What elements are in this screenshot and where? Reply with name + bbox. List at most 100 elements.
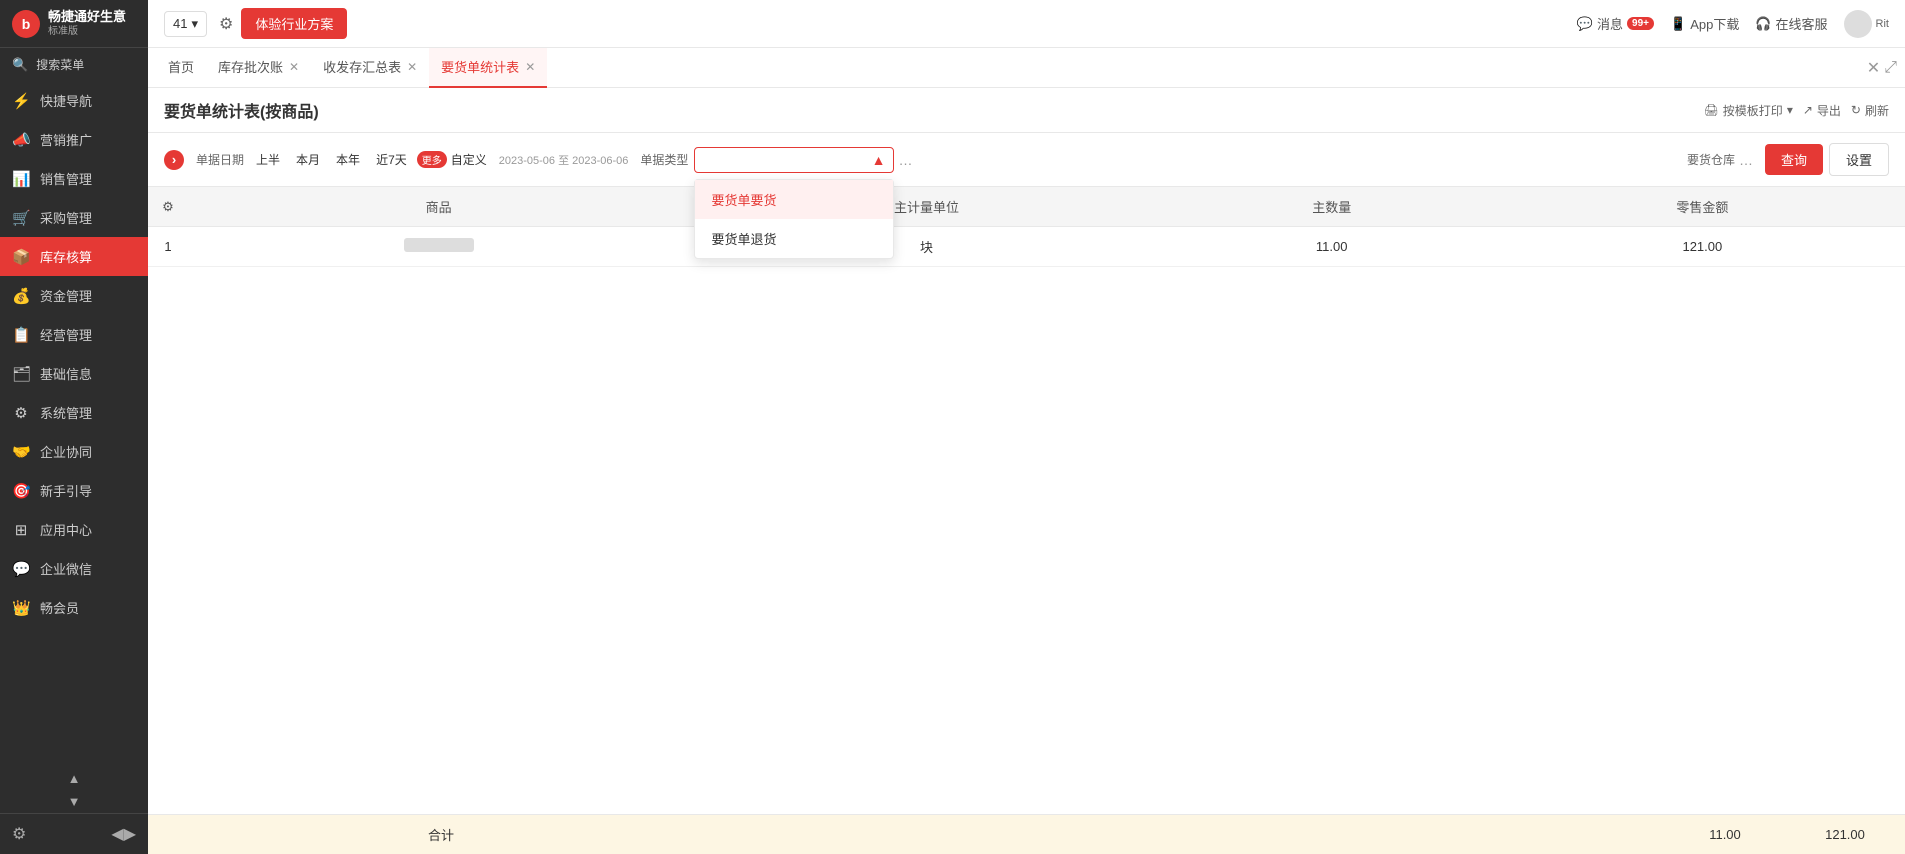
data-table: ⚙ 商品 主计量单位 主数量 零售金额 1 块 11.00 [148, 187, 1905, 267]
export-label: 导出 [1817, 102, 1841, 119]
dropdown-item-order-return[interactable]: 要货单退货 [695, 219, 893, 258]
topbar-gear-icon[interactable]: ⚙ [219, 14, 233, 34]
sidebar-item-basic[interactable]: 🗂 基础信息 [0, 354, 148, 393]
tab-inventory-batch[interactable]: 库存批次账 ✕ [206, 48, 311, 88]
app-download-label: App下载 [1690, 14, 1739, 33]
sidebar-item-inventory[interactable]: 📦 库存核算 [0, 237, 148, 276]
tab-receive-summary-close[interactable]: ✕ [407, 60, 417, 74]
apps-icon: ⊞ [12, 521, 30, 539]
sidebar-item-guide[interactable]: 🎯 新手引导 [0, 471, 148, 510]
finance-icon: 💰 [12, 287, 30, 305]
date-last-half-btn[interactable]: 上半 [250, 149, 286, 170]
collapse-icon[interactable]: ◀▶ [111, 824, 136, 844]
sidebar-item-operations[interactable]: 📋 经营管理 [0, 315, 148, 354]
tab-home[interactable]: 首页 [156, 48, 206, 88]
avatar [1844, 10, 1872, 38]
th-settings[interactable]: ⚙ [148, 187, 188, 227]
sidebar-item-label: 销售管理 [40, 169, 136, 188]
tab-order-summary-label: 要货单统计表 [441, 57, 519, 76]
page-actions: 🖨 按模板打印 ▾ ↗ 导出 ↻ 刷新 [1704, 102, 1889, 119]
dropdown-item-order-goods[interactable]: 要货单要货 [695, 180, 893, 219]
tab-inventory-batch-label: 库存批次账 [218, 57, 283, 76]
sidebar-item-member[interactable]: 👑 畅会员 [0, 588, 148, 627]
sidebar-item-collab[interactable]: 🤝 企业协同 [0, 432, 148, 471]
filter-bar: › 单据日期 上半 本月 本年 近7天 更多 自定义 2023-05-06 至 … [148, 133, 1905, 187]
store-selector[interactable]: 41 ▾ [164, 11, 207, 37]
sidebar-item-label: 新手引导 [40, 481, 136, 500]
tab-home-label: 首页 [168, 57, 194, 76]
system-icon: ⚙ [12, 404, 30, 422]
service-label: 在线客服 [1776, 14, 1828, 33]
sidebar-item-sales[interactable]: 📊 销售管理 [0, 159, 148, 198]
sidebar-search[interactable]: 🔍 搜索菜单 [0, 48, 148, 81]
wechat-icon: 💬 [12, 560, 30, 578]
sidebar: b 畅捷通好生意 标准版 🔍 搜索菜单 ⚡ 快捷导航 📣 营销推广 📊 销售管理… [0, 0, 148, 854]
sidebar-item-label: 企业微信 [40, 559, 136, 578]
user-avatar-area[interactable]: Rit [1844, 10, 1889, 38]
messages-btn[interactable]: 💬 消息 99+ [1577, 14, 1654, 33]
sidebar-item-marketing[interactable]: 📣 营销推广 [0, 120, 148, 159]
sidebar-item-wechat[interactable]: 💬 企业微信 [0, 549, 148, 588]
date-this-month-btn[interactable]: 本月 [290, 149, 326, 170]
data-table-wrap: ⚙ 商品 主计量单位 主数量 零售金额 1 块 11.00 [148, 187, 1905, 814]
settings-icon[interactable]: ⚙ [12, 824, 26, 844]
date-this-year-btn[interactable]: 本年 [330, 149, 366, 170]
print-label: 按模板打印 [1723, 102, 1783, 119]
sidebar-item-label: 基础信息 [40, 364, 136, 383]
online-service-btn[interactable]: 🎧 在线客服 [1755, 14, 1827, 33]
trial-button[interactable]: 体验行业方案 [241, 8, 347, 39]
sidebar-item-label: 采购管理 [40, 208, 136, 227]
page-header: 要货单统计表(按商品) 🖨 按模板打印 ▾ ↗ 导出 ↻ 刷新 [148, 88, 1905, 133]
chevron-up-icon: ▲ [872, 152, 886, 168]
date-label: 单据日期 [196, 151, 244, 168]
tab-expand-icon[interactable]: ⤢ [1884, 59, 1897, 77]
doc-type-dropdown-wrap: ▲ … 要货单要货 要货单退货 [694, 147, 912, 173]
edition-label: 标准版 [48, 25, 126, 38]
refresh-icon: ↻ [1851, 103, 1861, 117]
th-amount: 零售金额 [1500, 187, 1905, 227]
app-download-btn[interactable]: 📱 App下载 [1670, 14, 1739, 33]
sidebar-item-purchase[interactable]: 🛒 采购管理 [0, 198, 148, 237]
date-last7-btn[interactable]: 近7天 [370, 149, 413, 170]
basic-icon: 🗂 [12, 365, 30, 383]
logo-icon: b [12, 10, 40, 38]
product-blurred [404, 238, 474, 252]
guide-icon: 🎯 [12, 482, 30, 500]
table-header-row: ⚙ 商品 主计量单位 主数量 零售金额 [148, 187, 1905, 227]
messages-label: 消息 [1597, 14, 1623, 33]
date-custom-btn[interactable]: 自定义 [451, 151, 487, 168]
sidebar-search-label: 搜索菜单 [36, 56, 84, 73]
search-icon: 🔍 [12, 57, 28, 73]
dropdown-arrow-icon: ▾ [191, 16, 198, 32]
tab-order-summary-close[interactable]: ✕ [525, 60, 535, 74]
purchase-icon: 🛒 [12, 209, 30, 227]
inventory-icon: 📦 [12, 248, 30, 266]
sidebar-item-system[interactable]: ⚙ 系统管理 [0, 393, 148, 432]
sidebar-item-label: 畅会员 [40, 598, 136, 617]
settings-button[interactable]: 设置 [1829, 143, 1889, 176]
doc-type-dropdown[interactable]: ▲ [694, 147, 894, 173]
tab-receive-summary[interactable]: 收发存汇总表 ✕ [311, 48, 429, 88]
sidebar-scroll-down[interactable]: ▼ [0, 790, 148, 813]
query-button[interactable]: 查询 [1765, 144, 1823, 175]
tab-close-all-icon[interactable]: ✕ [1867, 58, 1880, 78]
sidebar-item-quick-nav[interactable]: ⚡ 快捷导航 [0, 81, 148, 120]
date-more-badge[interactable]: 更多 [417, 151, 447, 168]
sidebar-item-apps[interactable]: ⊞ 应用中心 [0, 510, 148, 549]
sidebar-item-finance[interactable]: 💰 资金管理 [0, 276, 148, 315]
tab-inventory-batch-close[interactable]: ✕ [289, 60, 299, 74]
filter-expand-btn[interactable]: › [164, 150, 184, 170]
export-btn[interactable]: ↗ 导出 [1803, 102, 1841, 119]
topbar-left: 41 ▾ ⚙ 体验行业方案 [164, 8, 1577, 39]
print-btn[interactable]: 🖨 按模板打印 ▾ [1704, 102, 1793, 119]
doc-type-filter-group: 单据类型 ▲ … 要货单要货 要货单退货 [640, 147, 912, 173]
sidebar-scroll-up[interactable]: ▲ [0, 767, 148, 790]
sidebar-footer: ⚙ ◀▶ [0, 813, 148, 854]
company-name: 畅捷通好生意 [48, 9, 126, 26]
warehouse-more-icon[interactable]: … [1739, 152, 1753, 168]
refresh-btn[interactable]: ↻ 刷新 [1851, 102, 1889, 119]
more-icon[interactable]: … [898, 152, 912, 168]
tab-order-summary[interactable]: 要货单统计表 ✕ [429, 48, 547, 88]
refresh-label: 刷新 [1865, 102, 1889, 119]
warehouse-filter-group: 要货仓库 … [1687, 151, 1753, 168]
